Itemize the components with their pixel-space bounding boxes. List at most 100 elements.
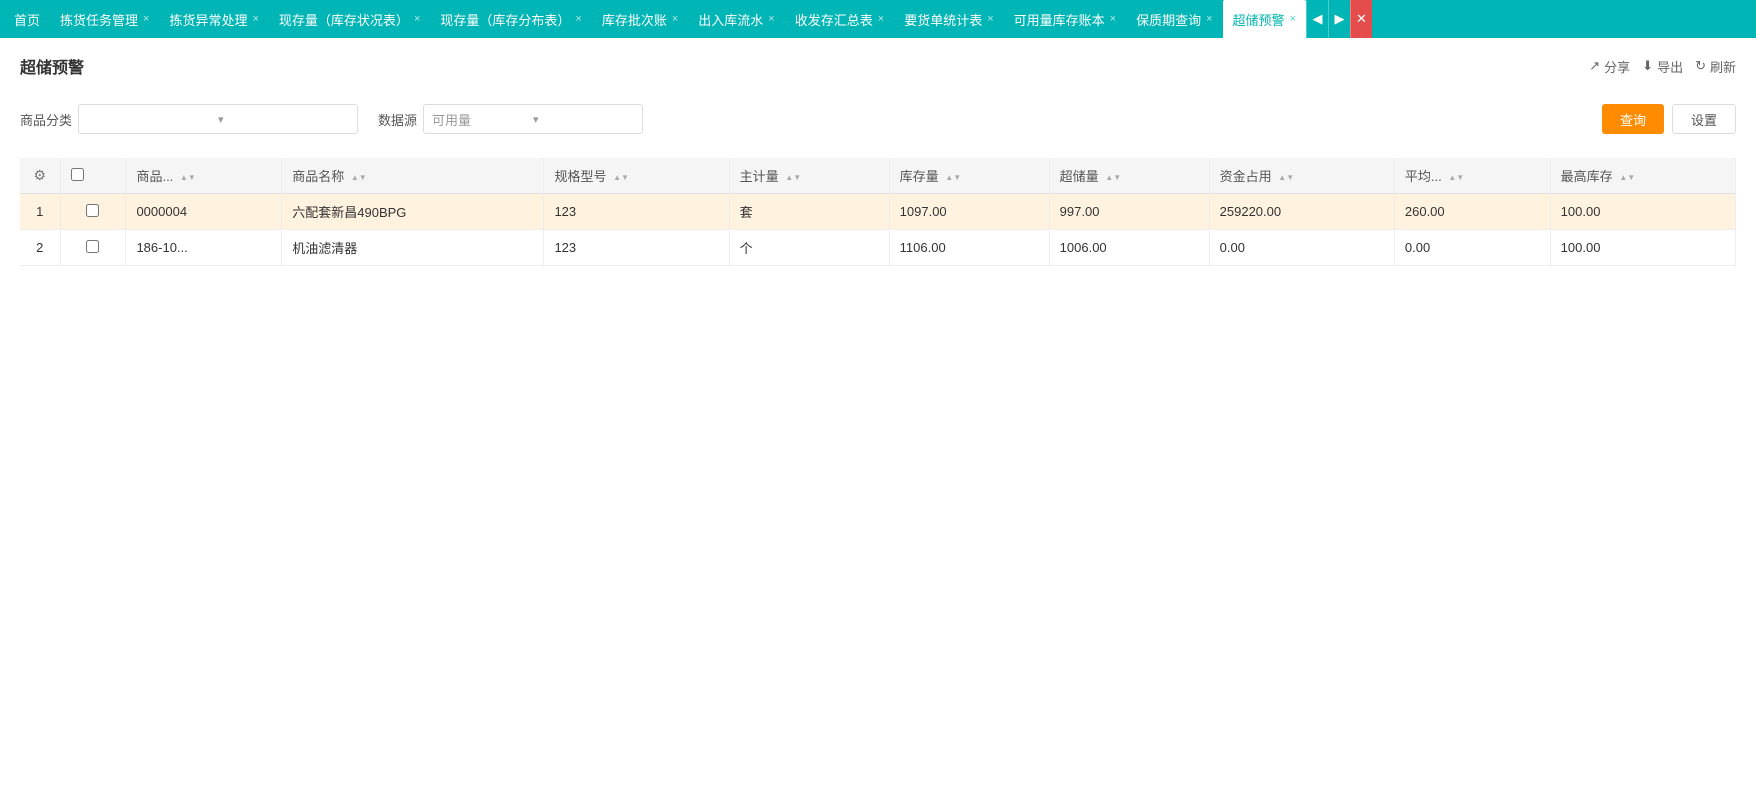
row-checkbox[interactable]	[86, 240, 99, 253]
row-overstock: 1006.00	[1049, 230, 1209, 266]
nav-order-stats-close[interactable]: ×	[987, 13, 993, 25]
row-stock: 1106.00	[889, 230, 1049, 266]
nav-available-close[interactable]: ×	[1110, 13, 1116, 25]
nav-close-all[interactable]: ✕	[1350, 0, 1372, 38]
table-body: 1 0000004 六配套新昌490BPG 123 套 1097.00 997.…	[20, 194, 1736, 266]
table-col-overstock[interactable]: 超储量 ▲▼	[1049, 158, 1209, 194]
sort-icon: ▲▼	[613, 174, 629, 182]
sort-icon: ▲▼	[785, 174, 801, 182]
export-label: 导出	[1657, 57, 1683, 76]
sort-icon: ▲▼	[1278, 174, 1294, 182]
nav-flow[interactable]: 出入库流水 ×	[688, 0, 784, 38]
row-stock: 1097.00	[889, 194, 1049, 230]
row-unit: 个	[729, 230, 889, 266]
table-col-product-code[interactable]: 商品... ▲▼	[126, 158, 282, 194]
row-product-code: 0000004	[126, 194, 282, 230]
export-icon: ⬇	[1642, 58, 1653, 74]
datasource-select[interactable]: 可用量 ▾	[423, 104, 643, 134]
nav-home-label: 首页	[14, 10, 40, 29]
nav-stock-dist-label: 现存量（库存分布表）	[440, 10, 570, 29]
table-col-stock[interactable]: 库存量 ▲▼	[889, 158, 1049, 194]
row-product-code: 186-10...	[126, 230, 282, 266]
table-col-spec[interactable]: 规格型号 ▲▼	[544, 158, 729, 194]
table-header: ⚙ 商品... ▲▼ 商品名称 ▲▼ 规格型号 ▲▼ 主计	[20, 158, 1736, 194]
row-spec: 123	[544, 230, 729, 266]
table-col-capital[interactable]: 资金占用 ▲▼	[1209, 158, 1394, 194]
nav-summary[interactable]: 收发存汇总表 ×	[785, 0, 894, 38]
row-unit: 套	[729, 194, 889, 230]
nav-exception[interactable]: 拣货异常处理 ×	[159, 0, 268, 38]
nav-batch-close[interactable]: ×	[672, 13, 678, 25]
row-capital: 259220.00	[1209, 194, 1394, 230]
nav-summary-close[interactable]: ×	[878, 13, 884, 25]
export-button[interactable]: ⬇ 导出	[1642, 57, 1683, 76]
nav-flow-label: 出入库流水	[698, 10, 763, 29]
nav-stock-dist-close[interactable]: ×	[575, 13, 581, 25]
datasource-filter-label: 数据源	[378, 110, 417, 129]
nav-batch-label: 库存批次账	[602, 10, 667, 29]
row-max-stock: 100.00	[1550, 194, 1735, 230]
datasource-filter: 数据源 可用量 ▾	[378, 104, 643, 134]
top-navigation: 首页 拣货任务管理 × 拣货异常处理 × 现存量（库存状况表） × 现存量（库存…	[0, 0, 1756, 38]
row-spec: 123	[544, 194, 729, 230]
data-table: ⚙ 商品... ▲▼ 商品名称 ▲▼ 规格型号 ▲▼ 主计	[20, 158, 1736, 266]
nav-flow-close[interactable]: ×	[768, 13, 774, 25]
filter-bar: 商品分类 ▾ 数据源 可用量 ▾ 查询 设置	[20, 94, 1736, 144]
nav-home[interactable]: 首页	[4, 0, 50, 38]
category-select[interactable]: ▾	[78, 104, 358, 134]
category-filter: 商品分类 ▾	[20, 104, 358, 134]
settings-button[interactable]: 设置	[1672, 104, 1736, 134]
row-checkbox-cell[interactable]	[60, 230, 126, 266]
nav-expiry-close[interactable]: ×	[1206, 13, 1212, 25]
nav-exception-label: 拣货异常处理	[169, 10, 247, 29]
row-product-name: 六配套新昌490BPG	[282, 194, 544, 230]
category-filter-label: 商品分类	[20, 110, 72, 129]
nav-overstock[interactable]: 超储预警 ×	[1223, 0, 1306, 38]
nav-order-stats[interactable]: 要货单统计表 ×	[894, 0, 1003, 38]
row-checkbox[interactable]	[86, 204, 99, 217]
nav-order-stats-label: 要货单统计表	[904, 10, 982, 29]
table-header-checkbox[interactable]	[60, 158, 126, 194]
nav-stock-dist[interactable]: 现存量（库存分布表） ×	[430, 0, 591, 38]
table-col-product-name[interactable]: 商品名称 ▲▼	[282, 158, 544, 194]
nav-stock-status-label: 现存量（库存状况表）	[279, 10, 409, 29]
nav-next-arrow[interactable]: ▶	[1328, 0, 1350, 38]
nav-expiry[interactable]: 保质期查询 ×	[1126, 0, 1222, 38]
nav-overstock-close[interactable]: ×	[1290, 13, 1296, 25]
refresh-button[interactable]: ↻ 刷新	[1695, 57, 1736, 76]
nav-stock-status[interactable]: 现存量（库存状况表） ×	[269, 0, 430, 38]
table-header-settings[interactable]: ⚙	[20, 158, 60, 194]
row-avg: 260.00	[1394, 194, 1550, 230]
sort-icon: ▲▼	[180, 174, 196, 182]
share-icon: ↗	[1589, 58, 1600, 74]
nav-available-label: 可用量库存账本	[1014, 10, 1105, 29]
sort-icon: ▲▼	[1105, 174, 1121, 182]
settings-icon[interactable]: ⚙	[33, 167, 46, 183]
select-all-checkbox[interactable]	[71, 168, 84, 181]
nav-available[interactable]: 可用量库存账本 ×	[1004, 0, 1126, 38]
table-col-unit[interactable]: 主计量 ▲▼	[729, 158, 889, 194]
sort-icon: ▲▼	[945, 174, 961, 182]
header-actions: ↗ 分享 ⬇ 导出 ↻ 刷新	[1589, 57, 1736, 76]
share-label: 分享	[1604, 57, 1630, 76]
nav-overstock-label: 超储预警	[1233, 10, 1285, 29]
table-col-avg[interactable]: 平均... ▲▼	[1394, 158, 1550, 194]
nav-task-mgmt-close[interactable]: ×	[143, 13, 149, 25]
col-product-name-label: 商品名称	[292, 169, 344, 184]
nav-batch[interactable]: 库存批次账 ×	[592, 0, 688, 38]
row-checkbox-cell[interactable]	[60, 194, 126, 230]
sort-icon: ▲▼	[351, 174, 367, 182]
table-col-max-stock[interactable]: 最高库存 ▲▼	[1550, 158, 1735, 194]
query-button[interactable]: 查询	[1602, 104, 1664, 134]
nav-task-mgmt[interactable]: 拣货任务管理 ×	[50, 0, 159, 38]
datasource-chevron-icon: ▾	[533, 113, 634, 126]
table-row: 1 0000004 六配套新昌490BPG 123 套 1097.00 997.…	[20, 194, 1736, 230]
share-button[interactable]: ↗ 分享	[1589, 57, 1630, 76]
col-product-code-label: 商品...	[136, 169, 173, 184]
row-number: 1	[20, 194, 60, 230]
col-spec-label: 规格型号	[554, 169, 606, 184]
col-unit-label: 主计量	[740, 169, 779, 184]
nav-exception-close[interactable]: ×	[252, 13, 258, 25]
nav-stock-status-close[interactable]: ×	[414, 13, 420, 25]
nav-prev-arrow[interactable]: ◀	[1306, 0, 1328, 38]
